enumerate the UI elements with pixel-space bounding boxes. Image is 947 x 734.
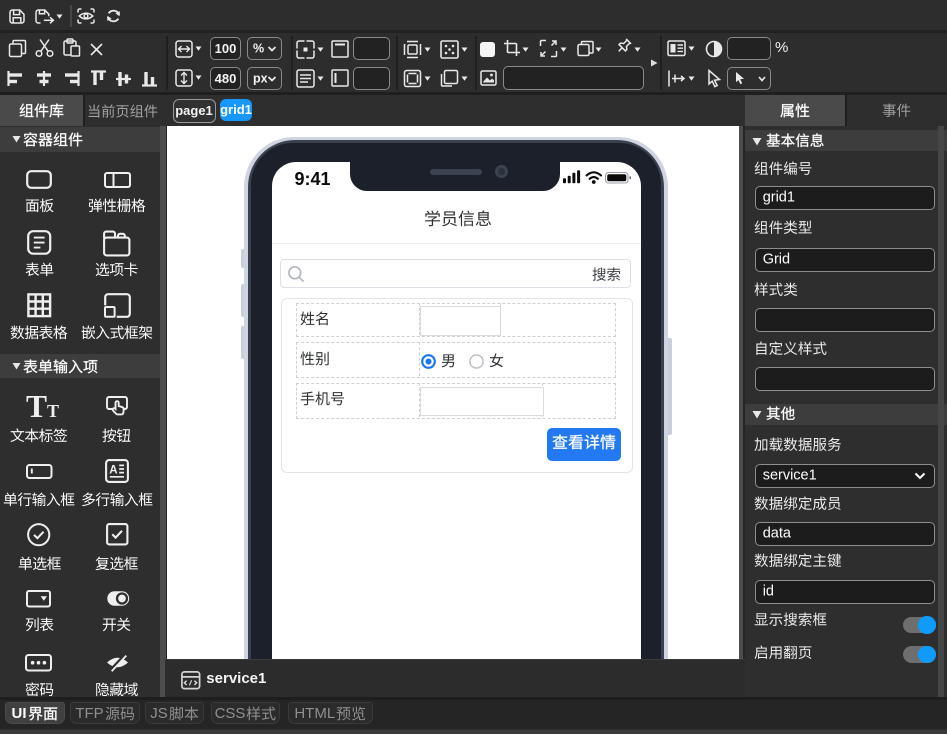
svg-text:A: A — [109, 465, 117, 477]
